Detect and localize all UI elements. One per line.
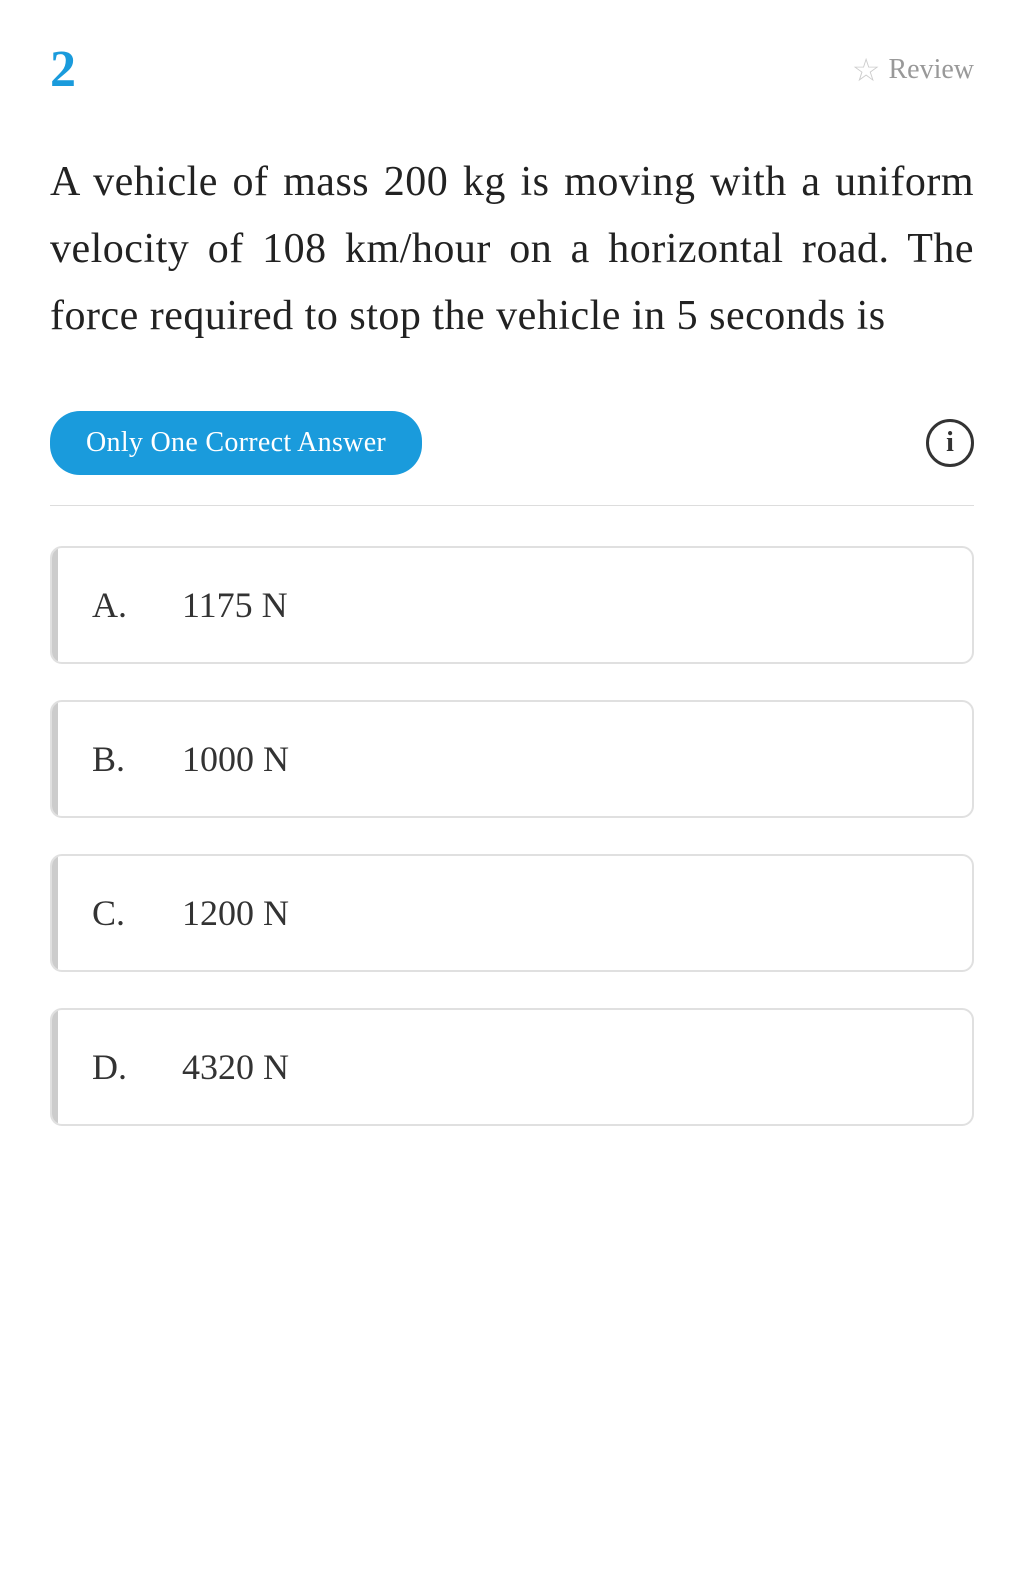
option-a[interactable]: A. 1175 N [50, 546, 974, 664]
question-text: A vehicle of mass 200 kg is moving with … [50, 149, 974, 351]
option-d[interactable]: D. 4320 N [50, 1008, 974, 1126]
option-d-label: D. [92, 1046, 142, 1088]
review-label: Review [888, 54, 974, 86]
divider [50, 505, 974, 506]
option-a-label: A. [92, 584, 142, 626]
option-c-value: 1200 N [182, 892, 289, 934]
answer-type-row: Only One Correct Answer i [50, 411, 974, 475]
options-container: A. 1175 N B. 1000 N C. 1200 N D. 4320 N [50, 546, 974, 1126]
option-b[interactable]: B. 1000 N [50, 700, 974, 818]
option-c-label: C. [92, 892, 142, 934]
option-d-value: 4320 N [182, 1046, 289, 1088]
option-b-label: B. [92, 738, 142, 780]
option-a-value: 1175 N [182, 584, 288, 626]
option-b-value: 1000 N [182, 738, 289, 780]
star-icon: ☆ [852, 51, 881, 89]
question-number: 2 [50, 40, 76, 99]
option-c[interactable]: C. 1200 N [50, 854, 974, 972]
page-container: 2 ☆ Review A vehicle of mass 200 kg is m… [0, 0, 1024, 1572]
review-button[interactable]: ☆ Review [852, 51, 974, 89]
answer-type-badge: Only One Correct Answer [50, 411, 422, 475]
info-icon[interactable]: i [926, 419, 974, 467]
top-bar: 2 ☆ Review [50, 40, 974, 99]
